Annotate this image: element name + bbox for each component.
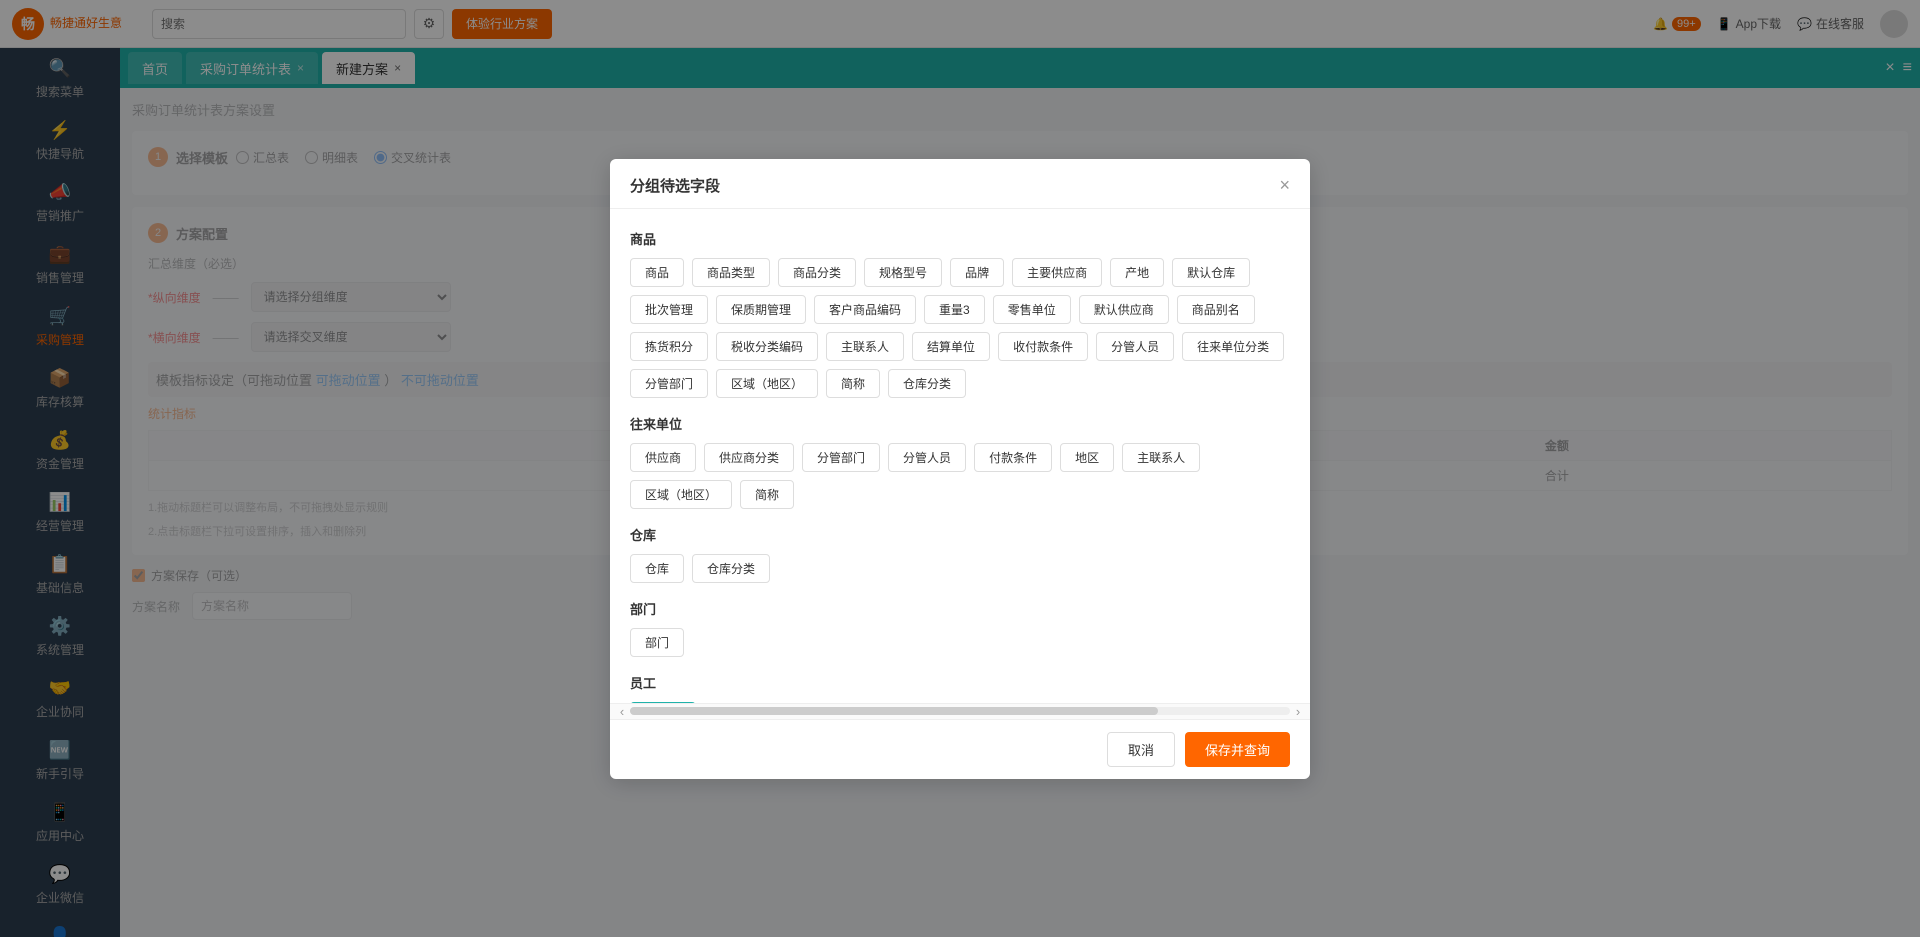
field-tag-payment-terms[interactable]: 收付款条件 [998,332,1088,361]
field-tag-goods[interactable]: 商品 [630,258,684,287]
field-tag-warehouse-cat[interactable]: 仓库分类 [692,554,770,583]
modal-title: 分组待选字段 [630,175,720,196]
field-tag-default-supplier[interactable]: 默认供应商 [1079,295,1169,324]
field-tag-brand[interactable]: 品牌 [950,258,1004,287]
field-tag-region[interactable]: 区域（地区） [716,369,818,398]
field-tag-retail-unit[interactable]: 零售单位 [993,295,1071,324]
field-tag-goods-alias[interactable]: 商品别名 [1177,295,1255,324]
field-tag-dept[interactable]: 分管部门 [630,369,708,398]
hscroll-right[interactable]: › [1290,704,1306,719]
modal-footer: 取消 保存并查询 [610,719,1310,779]
section-title-partner: 往来单位 [630,414,1290,433]
field-tag-partner-region[interactable]: 区域（地区） [630,480,732,509]
section-title-warehouse: 仓库 [630,525,1290,544]
modal-header: 分组待选字段 × [610,159,1310,209]
field-tag-area[interactable]: 地区 [1060,443,1114,472]
section-title-dept: 部门 [630,599,1290,618]
modal-overlay: 分组待选字段 × 商品 商品 商品类型 商品分类 规格型号 品牌 主要供应商 产… [0,0,1920,937]
modal-body: 商品 商品 商品类型 商品分类 规格型号 品牌 主要供应商 产地 默认仓库 批次… [610,209,1310,703]
field-tag-abbr[interactable]: 简称 [826,369,880,398]
field-tag-customer-code[interactable]: 客户商品编码 [814,295,916,324]
cancel-button[interactable]: 取消 [1107,732,1175,767]
hscroll-left[interactable]: ‹ [614,704,630,719]
section-title-staff: 员工 [630,673,1290,692]
field-tag-settle-unit[interactable]: 结算单位 [912,332,990,361]
field-grid-goods: 商品 商品类型 商品分类 规格型号 品牌 主要供应商 产地 默认仓库 批次管理 … [630,258,1290,398]
field-tag-manager[interactable]: 分管人员 [1096,332,1174,361]
field-grid-dept: 部门 [630,628,1290,657]
field-grid-warehouse: 仓库 仓库分类 [630,554,1290,583]
modal-hscrollbar[interactable]: ‹ › [610,703,1310,719]
hscroll-track [630,707,1290,715]
field-tag-partner-contact[interactable]: 主联系人 [1122,443,1200,472]
field-tag-supplier-category[interactable]: 供应商分类 [704,443,794,472]
field-tag-origin[interactable]: 产地 [1110,258,1164,287]
field-tag-partner-manager[interactable]: 分管人员 [888,443,966,472]
field-tag-warehouse-category[interactable]: 仓库分类 [888,369,966,398]
field-tag-warehouse[interactable]: 仓库 [630,554,684,583]
field-tag-spec-model[interactable]: 规格型号 [864,258,942,287]
modal-close-button[interactable]: × [1279,175,1290,196]
field-tag-main-contact[interactable]: 主联系人 [826,332,904,361]
field-tag-department[interactable]: 部门 [630,628,684,657]
field-tag-goods-type[interactable]: 商品类型 [692,258,770,287]
field-tag-expiry[interactable]: 保质期管理 [716,295,806,324]
field-tag-supplier[interactable]: 供应商 [630,443,696,472]
field-tag-main-supplier[interactable]: 主要供应商 [1012,258,1102,287]
section-title-goods: 商品 [630,229,1290,248]
field-tag-tax-code[interactable]: 税收分类编码 [716,332,818,361]
field-tag-partner-category[interactable]: 往来单位分类 [1182,332,1284,361]
field-tag-pay-terms[interactable]: 付款条件 [974,443,1052,472]
field-tag-partner-dept[interactable]: 分管部门 [802,443,880,472]
hscroll-thumb [630,707,1158,715]
confirm-button[interactable]: 保存并查询 [1185,732,1290,767]
field-tag-pick-score[interactable]: 拣货积分 [630,332,708,361]
field-tag-batch[interactable]: 批次管理 [630,295,708,324]
field-tag-weight[interactable]: 重量3 [924,295,985,324]
field-select-modal: 分组待选字段 × 商品 商品 商品类型 商品分类 规格型号 品牌 主要供应商 产… [610,159,1310,779]
field-tag-goods-category[interactable]: 商品分类 [778,258,856,287]
field-tag-partner-abbr[interactable]: 简称 [740,480,794,509]
field-tag-default-warehouse[interactable]: 默认仓库 [1172,258,1250,287]
field-grid-partner: 供应商 供应商分类 分管部门 分管人员 付款条件 地区 主联系人 区域（地区） … [630,443,1290,509]
